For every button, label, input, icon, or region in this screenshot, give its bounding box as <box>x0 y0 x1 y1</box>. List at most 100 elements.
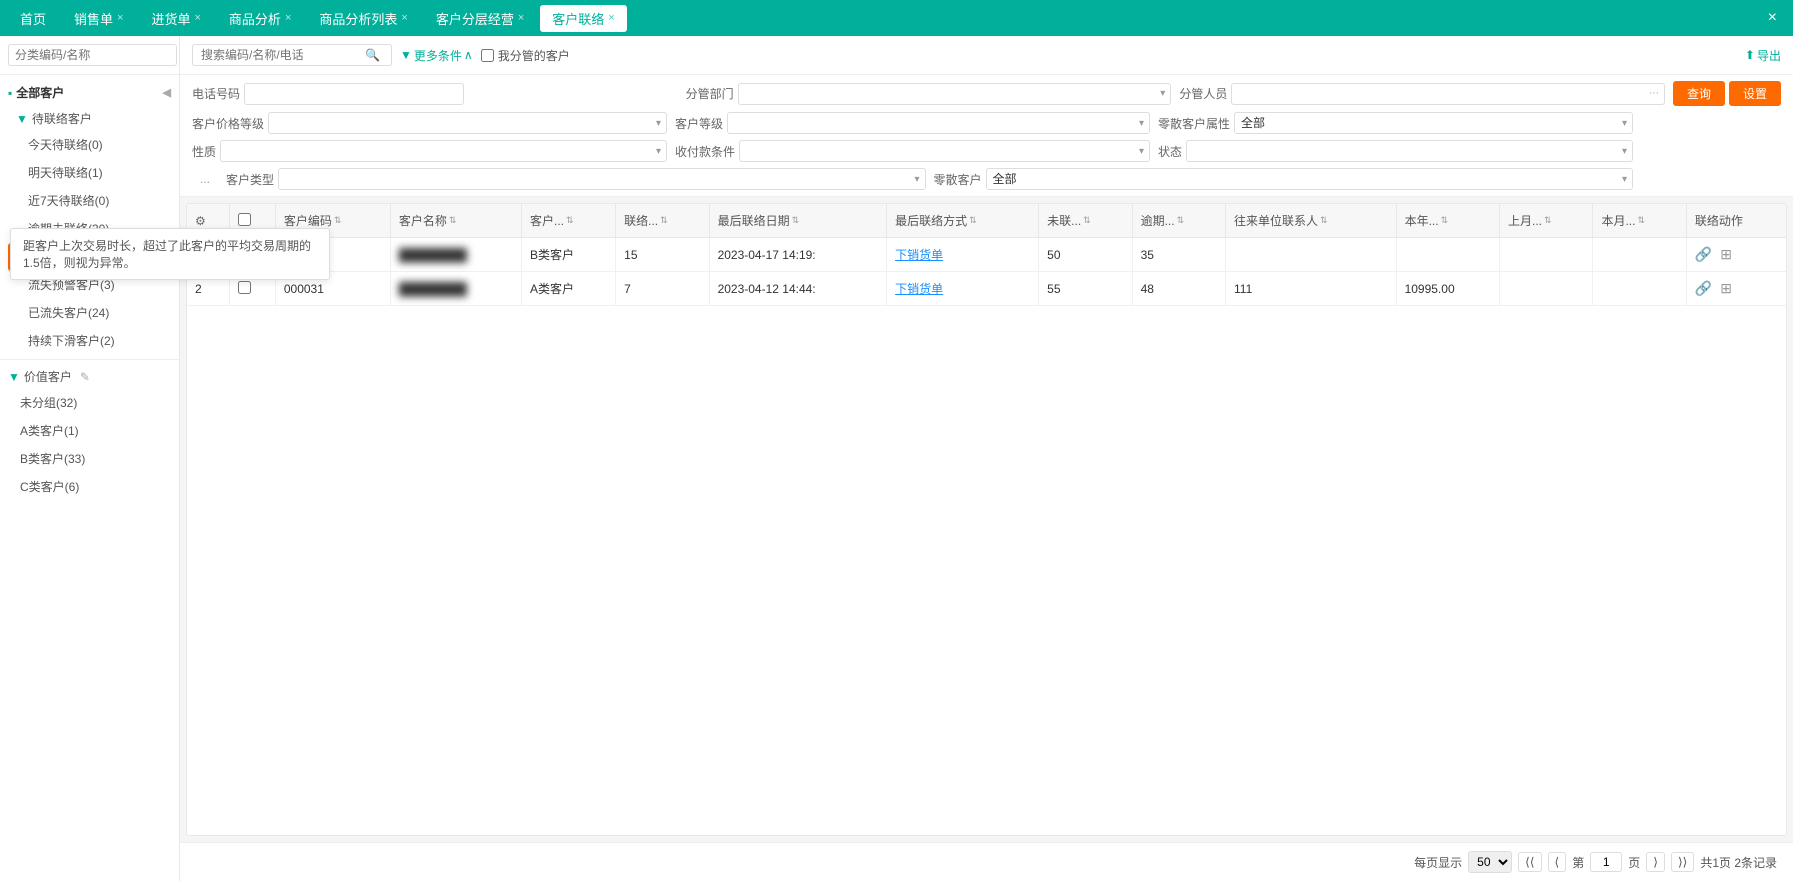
nav-sales[interactable]: 销售单 × <box>62 5 135 32</box>
sidebar-class-b[interactable]: B类客户(33) <box>0 445 179 473</box>
current-page-input[interactable] <box>1590 852 1622 872</box>
phone-filter-cell: 电话号码 <box>192 83 678 105</box>
nav-home[interactable]: 首页 <box>8 5 58 32</box>
sort-ctype-icon[interactable]: ⇅ <box>566 215 574 226</box>
nav-customer-contact[interactable]: 客户联络 × <box>540 5 626 32</box>
data-table-container[interactable]: ⚙ 客户编码⇅ 客户名称⇅ 客户...⇅ 联络...⇅ 最后联络日期⇅ 最后联络… <box>186 203 1787 836</box>
price-grade-select[interactable] <box>268 112 667 134</box>
th-contact-person: 往来单位联系人⇅ <box>1226 204 1397 238</box>
customer-type-select[interactable] <box>278 168 925 190</box>
cell-name[interactable]: ████████ <box>390 272 521 306</box>
sort-code-icon[interactable]: ⇅ <box>334 215 342 226</box>
search-icon[interactable]: 🔍 <box>365 48 380 62</box>
sort-person-icon[interactable]: ⇅ <box>1320 215 1328 226</box>
my-customers-checkbox[interactable]: 我分管的客户 <box>481 47 570 64</box>
sort-lastmonth-icon[interactable]: ⇅ <box>1544 215 1552 226</box>
my-customers-check[interactable] <box>481 49 494 62</box>
window-close-button[interactable]: × <box>1760 5 1785 31</box>
th-customer-type: 客户...⇅ <box>522 204 616 238</box>
phone-input[interactable] <box>244 83 464 105</box>
nav-customer-segment-close[interactable]: × <box>518 12 524 24</box>
sort-uncontacted-icon[interactable]: ⇅ <box>1083 215 1091 226</box>
sidebar-pending-tomorrow[interactable]: 明天待联络(1) <box>8 159 179 187</box>
last-page-button[interactable]: ⟩⟩ <box>1671 852 1694 872</box>
sidebar-content: ▪ 全部客户 ◀ ▼ 待联络客户 今天待联络(0) 明天待联络(1) 近7天待联… <box>0 75 179 881</box>
payment-wrap: ▾ <box>739 140 1150 162</box>
sidebar-pending-7days[interactable]: 近7天待联络(0) <box>8 187 179 215</box>
cell-last-method[interactable]: 下销货单 <box>887 272 1039 306</box>
retail-attr-label: 零散客户属性 <box>1158 115 1230 132</box>
nav-product-analysis[interactable]: 商品分析 × <box>217 5 303 32</box>
row-checkbox[interactable] <box>238 281 251 294</box>
sort-thismonth-icon[interactable]: ⇅ <box>1637 215 1645 226</box>
cell-name[interactable]: ████████ <box>390 238 521 272</box>
nav-customer-contact-close[interactable]: × <box>608 12 614 24</box>
search-input[interactable] <box>201 48 361 62</box>
nav-purchase-close[interactable]: × <box>194 12 200 24</box>
retail-customer-select[interactable]: 全部 <box>986 168 1633 190</box>
sidebar-churned[interactable]: 已流失客户(24) <box>8 299 179 327</box>
dots-button-row4[interactable]: ... <box>192 172 218 186</box>
last-method-link[interactable]: 下销货单 <box>895 248 943 262</box>
sort-method-icon[interactable]: ⇅ <box>969 215 977 226</box>
sort-contact-icon[interactable]: ⇅ <box>660 215 668 226</box>
prev-page-button[interactable]: ⟨ <box>1548 852 1567 872</box>
action-link-icon[interactable]: 🔗 <box>1695 246 1712 263</box>
select-all-checkbox[interactable] <box>238 213 251 226</box>
more-conditions-button[interactable]: ▼ 更多条件 ∧ <box>400 47 473 64</box>
sidebar-collapse-arrow[interactable]: ◀ <box>163 86 171 99</box>
total-records-label: 共1页 2条记录 <box>1700 854 1777 871</box>
filter-row-4: ... 客户类型 ▾ 零散客户 全部 ▾ <box>192 168 1781 190</box>
customer-grade-select[interactable] <box>727 112 1150 134</box>
gear-icon[interactable]: ⚙ <box>195 214 206 228</box>
status-select[interactable] <box>1186 140 1633 162</box>
action-grid-icon[interactable]: ⊞ <box>1720 246 1732 263</box>
page-size-select[interactable]: 50 <box>1468 851 1512 873</box>
dept-select[interactable] <box>738 83 1172 105</box>
sidebar-pending-contact-header[interactable]: ▼ 待联络客户 <box>8 106 179 131</box>
tooltip-box: 距客户上次交易时长，超过了此客户的平均交易周期的1.5倍，则视为异常。 <box>180 228 330 280</box>
nav-product-analysis-list-close[interactable]: × <box>401 12 407 24</box>
sort-year-icon[interactable]: ⇅ <box>1441 215 1449 226</box>
nav-purchase[interactable]: 进货单 × <box>139 5 212 32</box>
payment-select[interactable] <box>739 140 1150 162</box>
sort-overdue-icon[interactable]: ⇅ <box>1177 215 1185 226</box>
action-link-icon[interactable]: 🔗 <box>1695 280 1712 297</box>
sidebar-class-a[interactable]: A类客户(1) <box>0 417 179 445</box>
last-method-link[interactable]: 下销货单 <box>895 282 943 296</box>
export-button[interactable]: ⬆ 导出 <box>1745 47 1781 64</box>
sidebar-search-input[interactable] <box>8 44 177 66</box>
cell-last-month <box>1500 238 1593 272</box>
sidebar-declining[interactable]: 持续下滑客户(2) <box>8 327 179 355</box>
filter-bar: 🔍 ▼ 更多条件 ∧ 我分管的客户 ⬆ 导出 <box>180 36 1793 75</box>
cell-last-method[interactable]: 下销货单 <box>887 238 1039 272</box>
phone-label: 电话号码 <box>192 85 240 102</box>
nav-product-analysis-close[interactable]: × <box>285 12 291 24</box>
next-page-button[interactable]: ⟩ <box>1646 852 1665 872</box>
sidebar-value-customer-header[interactable]: ▼ 价值客户 ✎ <box>0 364 179 389</box>
gender-label: 性质 <box>192 143 216 160</box>
retail-attr-select[interactable]: 全部 <box>1234 112 1633 134</box>
sidebar-pending-today[interactable]: 今天待联络(0) <box>8 131 179 159</box>
nav-customer-segment[interactable]: 客户分层经营 × <box>424 5 536 32</box>
nav-product-analysis-list[interactable]: 商品分析列表 × <box>307 5 419 32</box>
nav-sales-close[interactable]: × <box>117 12 123 24</box>
setting-button[interactable]: 设置 <box>1729 81 1781 106</box>
query-button[interactable]: 查询 <box>1673 81 1725 106</box>
edit-icon[interactable]: ✎ <box>80 370 90 384</box>
person-select[interactable] <box>1231 83 1665 105</box>
sidebar-all-customers[interactable]: ▪ 全部客户 ◀ <box>0 79 179 106</box>
gender-select[interactable] <box>220 140 667 162</box>
th-this-year: 本年...⇅ <box>1396 204 1499 238</box>
sort-name-icon[interactable]: ⇅ <box>449 215 457 226</box>
cell-this-year <box>1396 238 1499 272</box>
retail-attr-wrap: 全部 ▾ <box>1234 112 1633 134</box>
pagination-bar: 每页显示 50 ⟨⟨ ⟨ 第 页 ⟩ ⟩⟩ 共1页 2条记录 <box>180 842 1793 881</box>
chevron-up-icon: ∧ <box>464 48 473 62</box>
first-page-button[interactable]: ⟨⟨ <box>1518 852 1541 872</box>
sidebar: 🔍 ▪ 全部客户 ◀ ▼ 待联络客户 今天待联络(0) 明天待联络(1) <box>0 36 180 881</box>
action-grid-icon[interactable]: ⊞ <box>1720 280 1732 297</box>
sidebar-unclassified[interactable]: 未分组(32) <box>0 389 179 417</box>
sort-date-icon[interactable]: ⇅ <box>792 215 800 226</box>
sidebar-class-c[interactable]: C类客户(6) <box>0 473 179 501</box>
